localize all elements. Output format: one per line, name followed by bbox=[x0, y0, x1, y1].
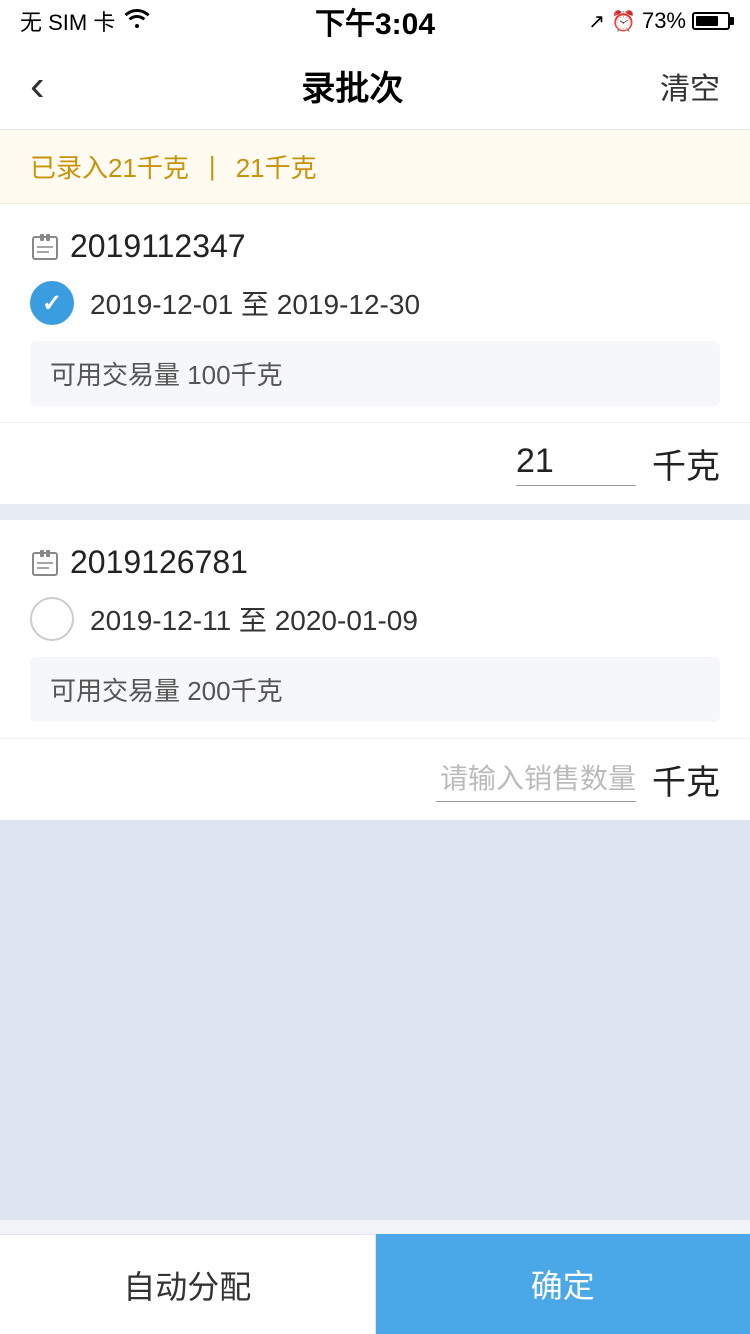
batch-2-radio[interactable] bbox=[30, 597, 74, 641]
status-left: 无 SIM 卡 bbox=[20, 5, 151, 37]
status-bar: 无 SIM 卡 下午3:04 ↗ ⏰ 73% bbox=[0, 0, 750, 42]
no-sim-label: 无 SIM 卡 bbox=[20, 5, 115, 37]
batch-2-icon bbox=[30, 546, 60, 579]
batch-2-input-placeholder: 请输入销售数量 bbox=[440, 757, 636, 797]
batch-2-input-underline[interactable]: 请输入销售数量 bbox=[436, 757, 636, 802]
batch-2-id: 2019126781 bbox=[70, 544, 248, 581]
batch-card-1: 2019112347 2019-12-01 至 2019-12-30 可用交易量… bbox=[0, 204, 750, 504]
location-icon: ↗ bbox=[588, 9, 605, 34]
batch-card-2: 2019126781 2019-12-11 至 2020-01-09 可用交易量… bbox=[0, 520, 750, 820]
batch-1-header: 2019112347 bbox=[0, 204, 750, 273]
page-title: 录批次 bbox=[301, 61, 403, 110]
auto-distribute-button[interactable]: 自动分配 bbox=[0, 1234, 376, 1334]
batch-2-header: 2019126781 bbox=[0, 520, 750, 589]
clear-button[interactable]: 清空 bbox=[660, 64, 720, 108]
summary-already-label: 已录入21千克 bbox=[30, 148, 189, 185]
battery-indicator bbox=[692, 12, 730, 30]
battery-percent: 73% bbox=[642, 8, 686, 34]
confirm-button[interactable]: 确定 bbox=[376, 1234, 750, 1334]
status-right: ↗ ⏰ 73% bbox=[588, 8, 730, 34]
gray-area bbox=[0, 820, 750, 1220]
batch-2-date: 2019-12-11 至 2020-01-09 bbox=[90, 599, 418, 639]
batch-1-date-row[interactable]: 2019-12-01 至 2019-12-30 bbox=[0, 273, 750, 333]
nav-bar: ‹ 录批次 清空 bbox=[0, 42, 750, 130]
batch-1-quantity-row: 21 千克 bbox=[0, 422, 750, 504]
batch-1-quantity-value: 21 bbox=[516, 442, 554, 480]
batch-1-icon bbox=[30, 230, 60, 263]
alarm-icon: ⏰ bbox=[611, 9, 636, 34]
batch-2-date-row[interactable]: 2019-12-11 至 2020-01-09 bbox=[0, 589, 750, 649]
batch-2-availability: 可用交易量 200千克 bbox=[30, 657, 720, 722]
back-button[interactable]: ‹ bbox=[30, 61, 45, 111]
bottom-bar: 自动分配 确定 bbox=[0, 1234, 750, 1334]
batch-1-radio[interactable] bbox=[30, 281, 74, 325]
batch-1-quantity-underline[interactable]: 21 bbox=[516, 442, 636, 486]
batch-1-quantity-unit: 千克 bbox=[652, 439, 720, 488]
batch-1-availability: 可用交易量 100千克 bbox=[30, 341, 720, 406]
batch-2-input-unit: 千克 bbox=[652, 755, 720, 804]
status-time: 下午3:04 bbox=[315, 0, 435, 43]
summary-amount: 21千克 bbox=[236, 148, 317, 185]
section-divider-1 bbox=[0, 504, 750, 520]
batch-1-id: 2019112347 bbox=[70, 228, 246, 265]
summary-divider: | bbox=[209, 151, 216, 182]
batch-1-date: 2019-12-01 至 2019-12-30 bbox=[90, 283, 420, 323]
batch-2-input-row[interactable]: 请输入销售数量 千克 bbox=[0, 738, 750, 820]
summary-banner: 已录入21千克 | 21千克 bbox=[0, 130, 750, 204]
wifi-icon bbox=[123, 8, 151, 34]
